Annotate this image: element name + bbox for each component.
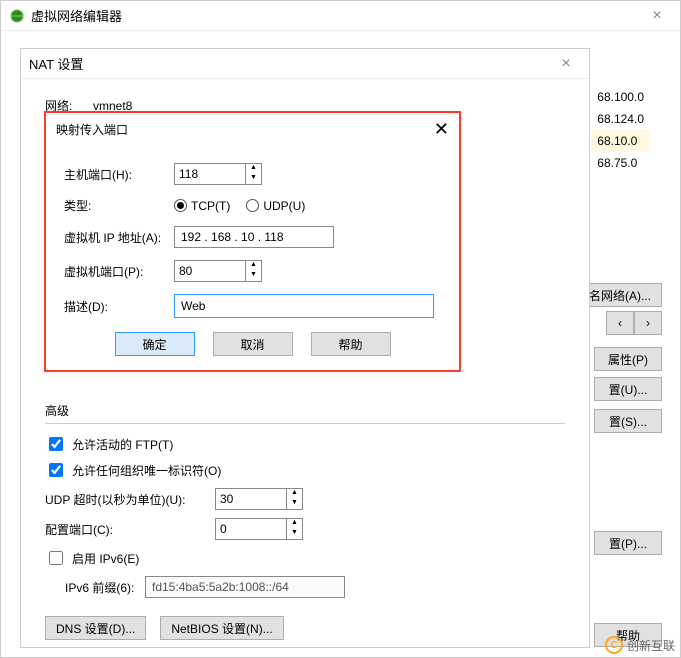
enable-ipv6-input[interactable] xyxy=(49,551,63,565)
enable-ipv6-label: 启用 IPv6(E) xyxy=(72,550,139,567)
spin-up-icon[interactable]: ▲ xyxy=(287,489,302,499)
udp-timeout-input[interactable] xyxy=(216,489,286,509)
help-button[interactable]: 帮助 xyxy=(311,332,391,356)
dialog-title: 映射传入端口 xyxy=(56,121,434,138)
radio-checked-icon xyxy=(174,199,187,212)
watermark-text: 创新互联 xyxy=(627,637,675,654)
ipv6-prefix-label: IPv6 前缀(6): xyxy=(65,579,145,596)
description-input[interactable] xyxy=(174,294,434,318)
udp-timeout-label: UDP 超时(以秒为单位)(U): xyxy=(45,491,215,508)
type-label: 类型: xyxy=(64,197,174,214)
udp-radio[interactable]: UDP(U) xyxy=(246,199,305,213)
vm-ip-input[interactable] xyxy=(174,226,334,248)
allow-ftp-checkbox[interactable]: 允许活动的 FTP(T) xyxy=(45,434,565,454)
nat-title: NAT 设置 xyxy=(29,54,551,73)
properties-button[interactable]: 属性(P) xyxy=(594,347,662,371)
advanced-group-title: 高级 xyxy=(45,402,565,419)
app-icon xyxy=(9,8,25,24)
chevron-left-icon[interactable]: ‹ xyxy=(606,311,634,335)
host-port-label: 主机端口(H): xyxy=(64,166,174,183)
description-label: 描述(D): xyxy=(64,298,174,315)
spin-up-icon[interactable]: ▲ xyxy=(287,519,302,529)
editor-title: 虚拟网络编辑器 xyxy=(31,6,642,25)
udp-timeout-spinner[interactable]: ▲▼ xyxy=(215,488,303,510)
vm-port-spinner[interactable]: ▲▼ xyxy=(174,260,262,282)
ip-row[interactable]: 68.10.0 xyxy=(591,130,650,152)
ip-row[interactable]: 68.75.0 xyxy=(591,152,650,174)
netbios-settings-button[interactable]: NetBIOS 设置(N)... xyxy=(160,616,283,640)
scroll-chevrons: ‹ › xyxy=(606,311,662,335)
network-ip-column: 68.100.0 68.124.0 68.10.0 68.75.0 xyxy=(591,86,650,174)
ip-row[interactable]: 68.124.0 xyxy=(591,108,650,130)
ipv6-prefix-input[interactable] xyxy=(145,576,345,598)
chevron-right-icon[interactable]: › xyxy=(634,311,662,335)
spin-down-icon[interactable]: ▼ xyxy=(246,271,261,281)
spin-up-icon[interactable]: ▲ xyxy=(246,164,261,174)
allow-ftp-label: 允许活动的 FTP(T) xyxy=(72,436,173,453)
host-port-spinner[interactable]: ▲▼ xyxy=(174,163,262,185)
allow-org-checkbox[interactable]: 允许任何组织唯一标识符(O) xyxy=(45,460,565,480)
allow-ftp-input[interactable] xyxy=(49,437,63,451)
settings-u-button[interactable]: 置(U)... xyxy=(594,377,662,401)
spin-down-icon[interactable]: ▼ xyxy=(246,174,261,184)
nat-close-icon[interactable]: × xyxy=(551,55,581,73)
ip-row[interactable]: 68.100.0 xyxy=(591,86,650,108)
port-mapping-dialog: 映射传入端口 ✕ 主机端口(H): ▲▼ 类型: TCP(T) UDP(U) 虚… xyxy=(45,112,460,371)
allow-org-label: 允许任何组织唯一标识符(O) xyxy=(72,462,221,479)
tcp-radio[interactable]: TCP(T) xyxy=(174,199,230,213)
radio-unchecked-icon xyxy=(246,199,259,212)
dns-settings-button[interactable]: DNS 设置(D)... xyxy=(45,616,146,640)
spin-down-icon[interactable]: ▼ xyxy=(287,499,302,509)
divider xyxy=(45,423,565,424)
editor-close-icon[interactable]: × xyxy=(642,7,672,25)
spin-up-icon[interactable]: ▲ xyxy=(246,261,261,271)
cancel-button[interactable]: 取消 xyxy=(213,332,293,356)
spin-down-icon[interactable]: ▼ xyxy=(287,529,302,539)
settings-p-button[interactable]: 置(P)... xyxy=(594,531,662,555)
vm-port-input[interactable] xyxy=(175,261,245,281)
vm-ip-label: 虚拟机 IP 地址(A): xyxy=(64,229,174,246)
rename-network-button[interactable]: 名网络(A)... xyxy=(578,283,662,307)
config-port-input[interactable] xyxy=(216,519,286,539)
host-port-input[interactable] xyxy=(175,164,245,184)
enable-ipv6-checkbox[interactable]: 启用 IPv6(E) xyxy=(45,548,565,568)
ok-button[interactable]: 确定 xyxy=(115,332,195,356)
dialog-close-icon[interactable]: ✕ xyxy=(434,119,449,140)
config-port-spinner[interactable]: ▲▼ xyxy=(215,518,303,540)
watermark: C 创新互联 xyxy=(605,636,675,654)
vm-port-label: 虚拟机端口(P): xyxy=(64,263,174,280)
allow-org-input[interactable] xyxy=(49,463,63,477)
config-port-label: 配置端口(C): xyxy=(45,521,215,538)
settings-s-button[interactable]: 置(S)... xyxy=(594,409,662,433)
tcp-label: TCP(T) xyxy=(191,199,230,213)
watermark-logo-icon: C xyxy=(605,636,623,654)
udp-label: UDP(U) xyxy=(263,199,305,213)
network-value: vmnet8 xyxy=(93,99,132,113)
